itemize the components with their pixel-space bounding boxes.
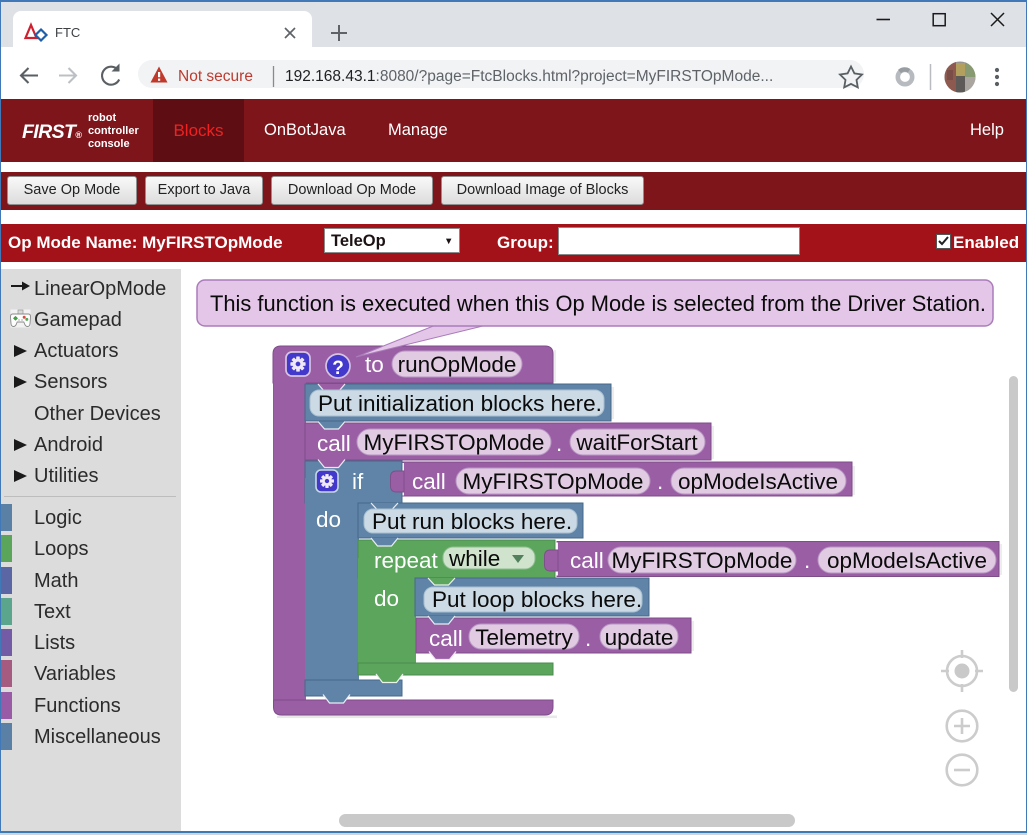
svg-text:Put initialization blocks here: Put initialization blocks here. [318, 391, 602, 416]
svg-text:Put loop blocks here.: Put loop blocks here. [432, 587, 642, 612]
svg-text:?: ? [332, 358, 344, 379]
svg-text:opModeIsActive: opModeIsActive [827, 548, 987, 573]
svg-text:update: update [605, 625, 674, 650]
svg-text:runOpMode: runOpMode [398, 352, 517, 377]
svg-text:MyFIRSTOpMode: MyFIRSTOpMode [612, 548, 793, 573]
svg-text:do: do [316, 507, 341, 532]
svg-text:.: . [556, 431, 562, 456]
svg-text:MyFIRSTOpMode: MyFIRSTOpMode [463, 469, 644, 494]
svg-text:This function is executed when: This function is executed when this Op M… [210, 291, 986, 316]
svg-text:Telemetry: Telemetry [475, 625, 573, 650]
svg-text:.: . [804, 548, 810, 573]
svg-text:do: do [374, 586, 399, 611]
svg-text:while: while [448, 546, 500, 571]
svg-text:call: call [412, 469, 446, 494]
svg-text:MyFIRSTOpMode: MyFIRSTOpMode [364, 430, 545, 455]
svg-text:repeat: repeat [374, 548, 439, 573]
svg-text:to: to [365, 352, 384, 377]
svg-text:waitForStart: waitForStart [575, 430, 698, 455]
svg-text:if: if [352, 469, 364, 494]
svg-text:opModeIsActive: opModeIsActive [678, 469, 838, 494]
svg-text:call: call [570, 548, 604, 573]
svg-text:.: . [585, 626, 591, 651]
svg-text:.: . [657, 469, 663, 494]
svg-text:Put run blocks here.: Put run blocks here. [372, 509, 572, 534]
svg-text:call: call [317, 431, 351, 456]
svg-text:call: call [429, 626, 463, 651]
